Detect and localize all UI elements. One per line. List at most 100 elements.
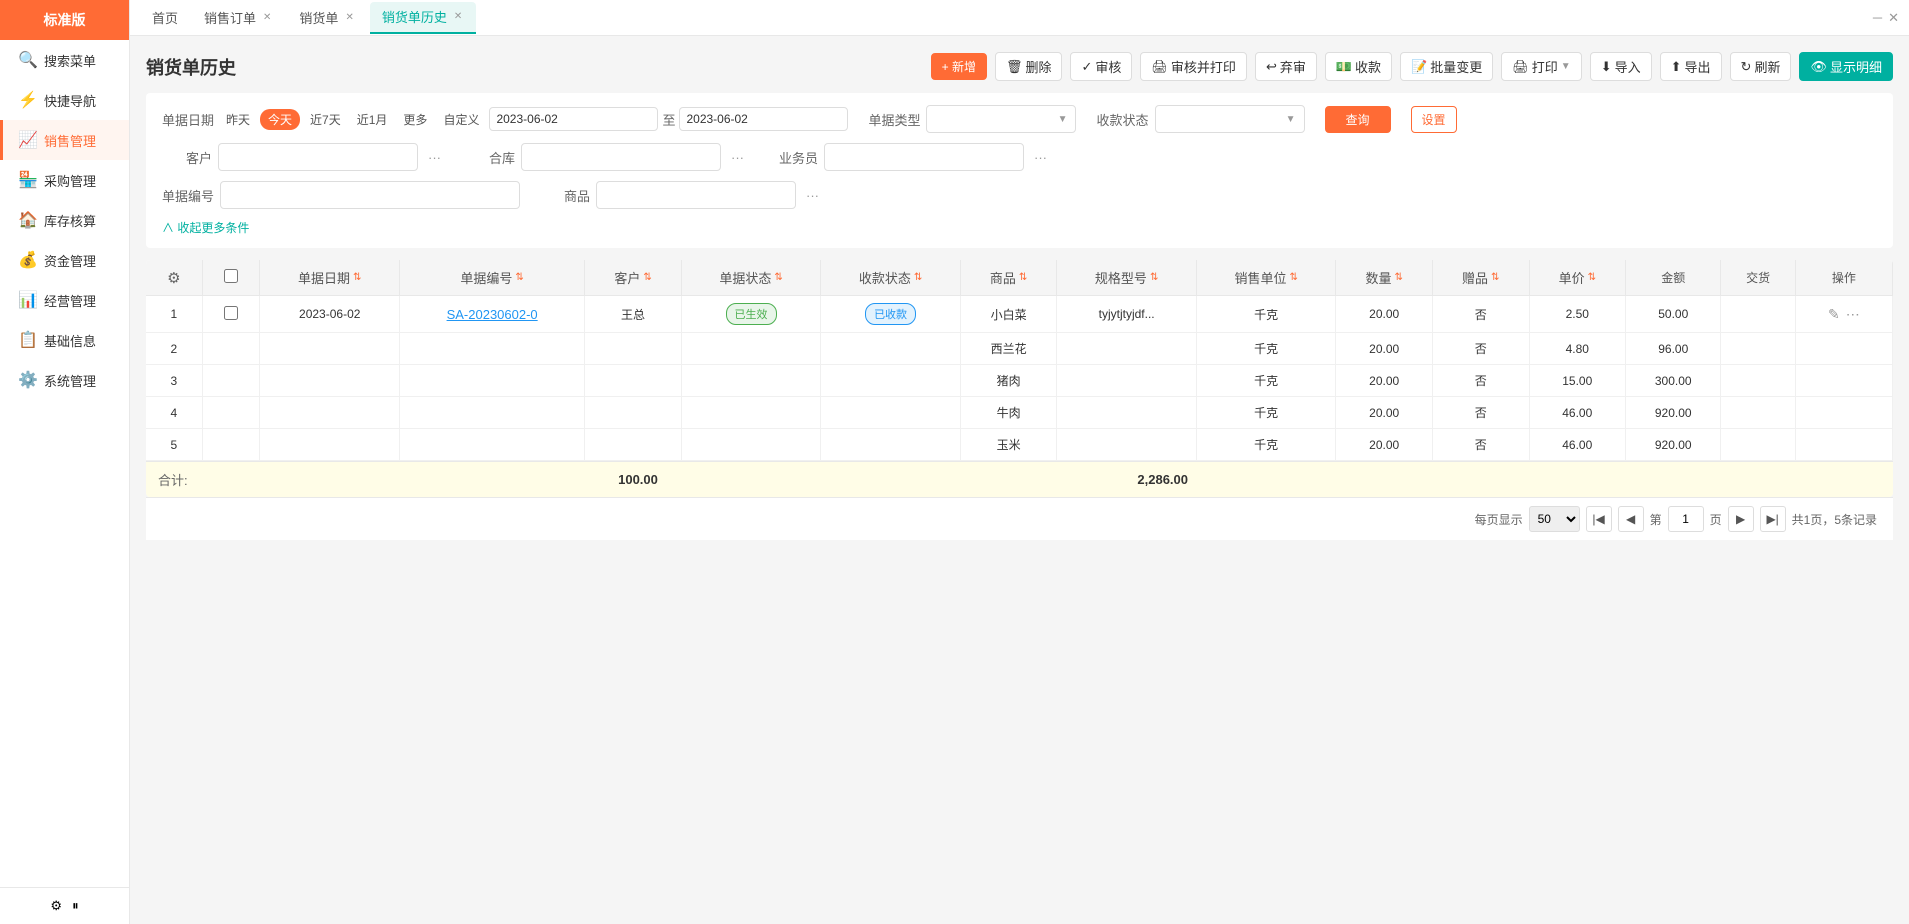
date-btn-today[interactable]: 今天 xyxy=(260,109,300,130)
td-gift: 否 xyxy=(1432,365,1529,397)
th-unit[interactable]: 销售单位⇅ xyxy=(1196,260,1336,296)
sidebar-item-quicknav[interactable]: ⚡ 快捷导航 xyxy=(0,80,129,120)
th-gear[interactable]: ⚙ xyxy=(146,260,202,296)
sidebar-item-sales[interactable]: 📈 销售管理 xyxy=(0,120,129,160)
customer-filter-group: 客户 ··· xyxy=(162,143,445,171)
tab-sales-history-close[interactable]: ✕ xyxy=(452,10,464,23)
review-button[interactable]: ✓ 审核 xyxy=(1070,52,1132,81)
th-customer[interactable]: 客户⇅ xyxy=(585,260,682,296)
customer-ellipsis[interactable]: ··· xyxy=(424,150,445,165)
pay-status-badge: 已收款 xyxy=(865,303,916,325)
sidebar-item-purchase[interactable]: 🏪 采购管理 xyxy=(0,160,129,200)
td-transaction xyxy=(1721,333,1795,365)
per-page-select[interactable]: 50 100 200 xyxy=(1529,506,1580,532)
query-button[interactable]: 查询 xyxy=(1325,106,1391,133)
th-payment-status[interactable]: 收款状态⇅ xyxy=(821,260,961,296)
settings-button[interactable]: 设置 xyxy=(1411,106,1457,133)
sort-unit-icon: ⇅ xyxy=(1289,272,1297,283)
td-qty: 20.00 xyxy=(1336,296,1433,333)
total-info: 共1页，5条记录 xyxy=(1792,511,1877,528)
window-minimize-btn[interactable]: ─ xyxy=(1873,10,1882,25)
table-header-row: ⚙ 单据日期⇅ 单据编号⇅ 客户⇅ 单据状态⇅ 收款状态⇅ 商品⇅ 规格型号⇅ … xyxy=(146,260,1893,296)
th-spec[interactable]: 规格型号⇅ xyxy=(1057,260,1197,296)
sidebar-bottom-icon2[interactable]: ⏸ xyxy=(72,898,79,914)
product-label: 商品 xyxy=(540,186,590,205)
sort-docstatus-icon: ⇅ xyxy=(774,272,782,283)
new-button[interactable]: + 新增 xyxy=(931,53,987,80)
td-gear: 2 xyxy=(146,333,202,365)
show-detail-button[interactable]: 👁 显示明细 xyxy=(1799,52,1893,81)
td-qty: 20.00 xyxy=(1336,333,1433,365)
date-btn-yesterday[interactable]: 昨天 xyxy=(220,109,256,130)
th-doc-status[interactable]: 单据状态⇅ xyxy=(681,260,821,296)
sidebar-item-system[interactable]: ⚙️ 系统管理 xyxy=(0,360,129,400)
window-close-btn[interactable]: ✕ xyxy=(1888,10,1899,26)
date-btn-custom[interactable]: 自定义 xyxy=(437,109,485,130)
td-product: 猪肉 xyxy=(960,365,1057,397)
row-checkbox[interactable] xyxy=(224,306,238,320)
sidebar-item-ops[interactable]: 📊 经营管理 xyxy=(0,280,129,320)
more-action-btn[interactable]: ⋯ xyxy=(1843,306,1863,322)
warehouse-ellipsis[interactable]: ··· xyxy=(727,150,748,165)
sidebar-item-search[interactable]: 🔍 搜索菜单 xyxy=(0,40,129,80)
th-doc-no[interactable]: 单据编号⇅ xyxy=(399,260,584,296)
doc-no-link[interactable]: SA-20230602-0 xyxy=(447,307,538,322)
date-btn-1month[interactable]: 近1月 xyxy=(351,109,394,130)
td-unit: 千克 xyxy=(1196,397,1336,429)
abandon-button[interactable]: ↩ 弃审 xyxy=(1255,52,1317,81)
sidebar-item-finance[interactable]: 💰 资金管理 xyxy=(0,240,129,280)
first-page-btn[interactable]: |◀ xyxy=(1586,506,1612,532)
payment-status-chevron: ▼ xyxy=(1286,114,1296,125)
doc-type-select[interactable]: ▼ xyxy=(926,105,1076,133)
doc-type-filter-group: 单据类型 ▼ xyxy=(868,105,1076,133)
product-filter-group: 商品 ··· xyxy=(540,181,823,209)
th-doc-date[interactable]: 单据日期⇅ xyxy=(260,260,400,296)
docno-input[interactable] xyxy=(220,181,520,209)
tab-sales-delivery-close[interactable]: ✕ xyxy=(343,11,355,24)
next-page-btn[interactable]: ▶ xyxy=(1728,506,1754,532)
batch-change-button[interactable]: 📝 批量变更 xyxy=(1400,52,1493,81)
td-actions xyxy=(1795,365,1892,397)
salesperson-ellipsis[interactable]: ··· xyxy=(1030,150,1051,165)
sidebar-item-label: 快捷导航 xyxy=(44,91,96,110)
tab-sales-order-close[interactable]: ✕ xyxy=(261,11,273,24)
date-end-input[interactable] xyxy=(679,107,848,131)
last-page-btn[interactable]: ▶| xyxy=(1760,506,1786,532)
product-input[interactable] xyxy=(596,181,796,209)
salesperson-input[interactable] xyxy=(824,143,1024,171)
tab-sales-delivery[interactable]: 销货单 ✕ xyxy=(287,2,367,34)
collect-button[interactable]: 💵 收款 xyxy=(1325,52,1392,81)
date-btn-more[interactable]: 更多 xyxy=(397,109,433,130)
collapse-button[interactable]: ∧ 收起更多条件 xyxy=(162,219,1877,236)
date-start-input[interactable] xyxy=(489,107,658,131)
delete-button[interactable]: 🗑 删除 xyxy=(995,52,1063,81)
tab-sales-order[interactable]: 销售订单 ✕ xyxy=(192,2,285,34)
th-price[interactable]: 单价⇅ xyxy=(1529,260,1626,296)
td-product: 牛肉 xyxy=(960,397,1057,429)
sidebar-bottom-icon1[interactable]: ⚙ xyxy=(50,898,62,914)
edit-action-btn[interactable]: ✎ xyxy=(1825,306,1843,322)
sidebar-item-basic[interactable]: 📋 基础信息 xyxy=(0,320,129,360)
print-button[interactable]: 🖨 打印 ▼ xyxy=(1501,52,1581,81)
refresh-button[interactable]: ↻ 刷新 xyxy=(1730,52,1792,81)
prev-page-btn[interactable]: ◀ xyxy=(1618,506,1644,532)
tab-sales-delivery-label: 销货单 xyxy=(299,8,338,27)
sidebar-item-inventory[interactable]: 🏠 库存核算 xyxy=(0,200,129,240)
select-all-checkbox[interactable] xyxy=(224,269,238,283)
import-button[interactable]: ⬇ 导入 xyxy=(1590,52,1652,81)
review-print-button[interactable]: 🖨 审核并打印 xyxy=(1140,52,1247,81)
page-number-input[interactable] xyxy=(1668,506,1704,532)
product-ellipsis[interactable]: ··· xyxy=(802,188,823,203)
tab-home[interactable]: 首页 xyxy=(140,2,190,34)
warehouse-input[interactable] xyxy=(521,143,721,171)
td-price: 46.00 xyxy=(1529,397,1626,429)
date-btn-7days[interactable]: 近7天 xyxy=(304,109,347,130)
customer-input[interactable] xyxy=(218,143,418,171)
th-product[interactable]: 商品⇅ xyxy=(960,260,1057,296)
payment-status-select[interactable]: ▼ xyxy=(1155,105,1305,133)
print-chevron: ▼ xyxy=(1561,61,1571,72)
th-qty[interactable]: 数量⇅ xyxy=(1336,260,1433,296)
export-button[interactable]: ⬆ 导出 xyxy=(1660,52,1722,81)
th-gift[interactable]: 赠品⇅ xyxy=(1432,260,1529,296)
tab-sales-history[interactable]: 销货单历史 ✕ xyxy=(370,2,476,34)
